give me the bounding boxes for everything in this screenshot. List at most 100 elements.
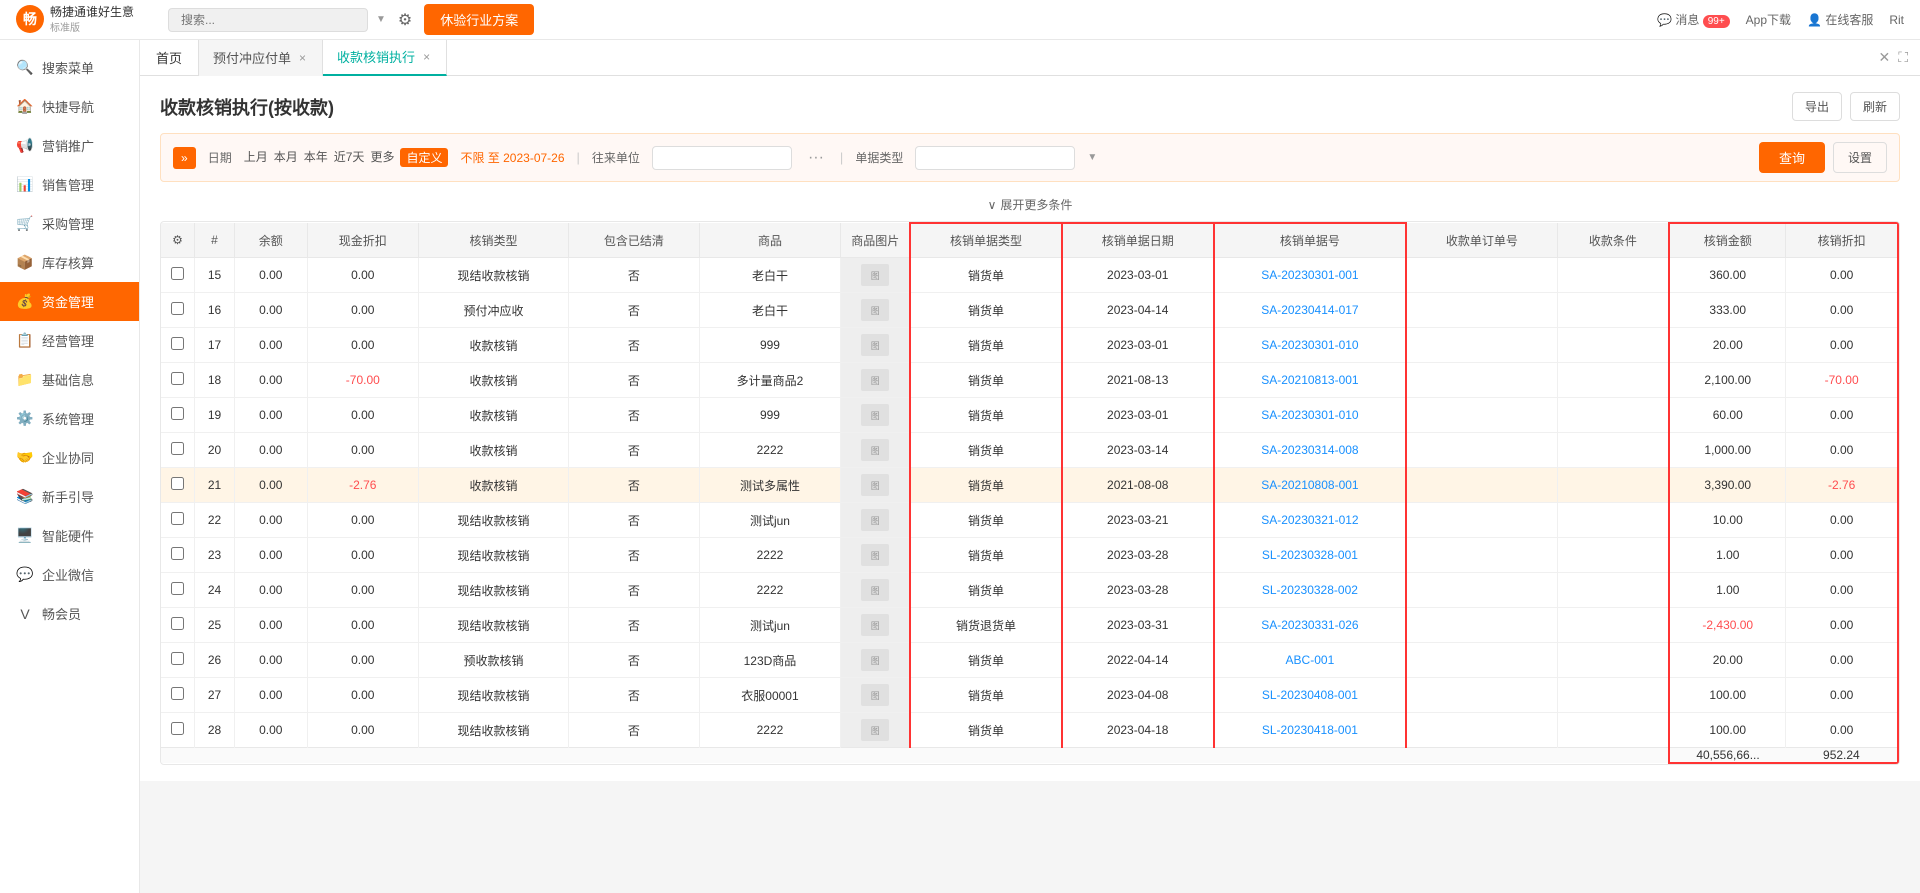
td-cb[interactable] (161, 468, 195, 503)
td-goods: 多计量商品2 (699, 363, 840, 398)
td-cb[interactable] (161, 538, 195, 573)
page-inner: 收款核销执行(按收款) 导出 刷新 » 日期 上月 本月 本年 近7天 (140, 76, 1920, 781)
from-unit-dots[interactable]: ··· (804, 149, 828, 167)
industry-button[interactable]: 休验行业方案 (424, 4, 534, 35)
query-button[interactable]: 查询 (1759, 142, 1825, 173)
tab-home[interactable]: 首页 (140, 40, 199, 76)
sidebar-item-marketing[interactable]: 📢 营销推广 (0, 126, 139, 165)
row-checkbox[interactable] (171, 442, 184, 455)
row-checkbox[interactable] (171, 652, 184, 665)
td-cb[interactable] (161, 293, 195, 328)
bill-type-input[interactable] (915, 146, 1075, 170)
row-checkbox[interactable] (171, 337, 184, 350)
row-checkbox[interactable] (171, 512, 184, 525)
from-unit-input[interactable] (652, 146, 792, 170)
notification-area[interactable]: 💬 消息 99+ (1657, 11, 1730, 28)
row-checkbox[interactable] (171, 477, 184, 490)
sidebar-item-sales[interactable]: 📊 销售管理 (0, 165, 139, 204)
row-checkbox[interactable] (171, 407, 184, 420)
td-bill-no[interactable]: ABC-001 (1214, 643, 1407, 678)
sidebar-item-inventory[interactable]: 📦 库存核算 (0, 243, 139, 282)
td-bill-no[interactable]: SA-20230301-010 (1214, 328, 1407, 363)
tab-writeoff-close[interactable]: × (421, 48, 432, 66)
td-bill-no[interactable]: SA-20230331-026 (1214, 608, 1407, 643)
td-cb[interactable] (161, 363, 195, 398)
gear-button[interactable]: ⚙ (394, 6, 416, 34)
maximize-icon[interactable]: ⛶ (1898, 49, 1908, 66)
td-cb[interactable] (161, 328, 195, 363)
tab-prepay-close[interactable]: × (297, 49, 308, 67)
logo-icon: 畅 (16, 5, 44, 33)
refresh-button[interactable]: 刷新 (1850, 92, 1900, 121)
sidebar-item-operations[interactable]: 📋 经营管理 (0, 321, 139, 360)
td-bill-no[interactable]: SL-20230418-001 (1214, 713, 1407, 748)
sidebar-item-basic-info[interactable]: 📁 基础信息 (0, 360, 139, 399)
td-bill-no[interactable]: SA-20230301-010 (1214, 398, 1407, 433)
td-bill-no[interactable]: SL-20230328-002 (1214, 573, 1407, 608)
td-bill-no[interactable]: SA-20230314-008 (1214, 433, 1407, 468)
row-checkbox[interactable] (171, 372, 184, 385)
td-cb[interactable] (161, 713, 195, 748)
td-cb[interactable] (161, 503, 195, 538)
date-option-last-month[interactable]: 上月 (244, 148, 268, 167)
sidebar-item-search[interactable]: 🔍 搜索菜单 (0, 48, 139, 87)
expand-more-button[interactable]: ∨ 展开更多条件 (988, 196, 1073, 213)
row-checkbox[interactable] (171, 617, 184, 630)
td-bill-no[interactable]: SA-20210808-001 (1214, 468, 1407, 503)
date-option-more[interactable]: 更多 (370, 148, 394, 167)
search-input[interactable] (168, 8, 368, 32)
row-checkbox[interactable] (171, 722, 184, 735)
expand-button[interactable]: » (173, 147, 196, 169)
td-cb[interactable] (161, 643, 195, 678)
sidebar-item-purchase[interactable]: 🛒 采购管理 (0, 204, 139, 243)
row-checkbox[interactable] (171, 267, 184, 280)
td-bill-no[interactable]: SA-20230321-012 (1214, 503, 1407, 538)
td-bill-no[interactable]: SL-20230408-001 (1214, 678, 1407, 713)
td-order-no (1406, 468, 1557, 503)
td-goods: 999 (699, 328, 840, 363)
th-settings[interactable]: ⚙ (161, 223, 195, 258)
sidebar-item-hardware[interactable]: 🖥️ 智能硬件 (0, 516, 139, 555)
date-option-custom[interactable]: 自定义 (400, 148, 448, 167)
app-download-link[interactable]: App下载 (1746, 11, 1791, 28)
date-option-this-month[interactable]: 本月 (274, 148, 298, 167)
date-option-this-year[interactable]: 本年 (304, 148, 328, 167)
td-cb[interactable] (161, 433, 195, 468)
date-option-7days[interactable]: 近7天 (334, 148, 365, 167)
td-cb[interactable] (161, 608, 195, 643)
tab-writeoff[interactable]: 收款核销执行 × (323, 40, 447, 76)
td-cb[interactable] (161, 678, 195, 713)
row-checkbox[interactable] (171, 547, 184, 560)
sidebar-item-finance[interactable]: 💰 资金管理 (0, 282, 139, 321)
td-bill-no[interactable]: SA-20210813-001 (1214, 363, 1407, 398)
td-cb[interactable] (161, 573, 195, 608)
td-bill-type: 销货退货单 (910, 608, 1062, 643)
close-window-icon[interactable]: ✕ (1878, 49, 1890, 66)
sidebar-item-guide[interactable]: 📚 新手引导 (0, 477, 139, 516)
sidebar-item-enterprise[interactable]: 🤝 企业协同 (0, 438, 139, 477)
td-num: 21 (195, 468, 235, 503)
td-cb[interactable] (161, 398, 195, 433)
date-range[interactable]: 不限 至 2023-07-26 (460, 149, 564, 166)
td-order-no (1406, 328, 1557, 363)
sidebar-item-member[interactable]: V 畅会员 (0, 594, 139, 633)
td-cb[interactable] (161, 258, 195, 293)
row-checkbox[interactable] (171, 687, 184, 700)
export-button[interactable]: 导出 (1792, 92, 1842, 121)
td-bill-no[interactable]: SL-20230328-001 (1214, 538, 1407, 573)
user-name[interactable]: Rit (1889, 13, 1904, 27)
td-bill-no[interactable]: SA-20230414-017 (1214, 293, 1407, 328)
td-bill-type: 销货单 (910, 293, 1062, 328)
sidebar-item-system[interactable]: ⚙️ 系统管理 (0, 399, 139, 438)
sidebar-item-wechat[interactable]: 💬 企业微信 (0, 555, 139, 594)
sidebar-item-quick-nav[interactable]: 🏠 快捷导航 (0, 87, 139, 126)
filter-settings-button[interactable]: 设置 (1833, 142, 1887, 173)
table-row: 250.000.00现结收款核销否测试jun图销货退货单2023-03-31SA… (161, 608, 1898, 643)
td-bill-no[interactable]: SA-20230301-001 (1214, 258, 1407, 293)
online-service-link[interactable]: 👤 在线客服 (1807, 11, 1873, 28)
row-checkbox[interactable] (171, 302, 184, 315)
td-goods: 测试多属性 (699, 468, 840, 503)
row-checkbox[interactable] (171, 582, 184, 595)
td-cash-discount: 0.00 (307, 643, 418, 678)
tab-prepay[interactable]: 预付冲应付单 × (199, 40, 323, 76)
